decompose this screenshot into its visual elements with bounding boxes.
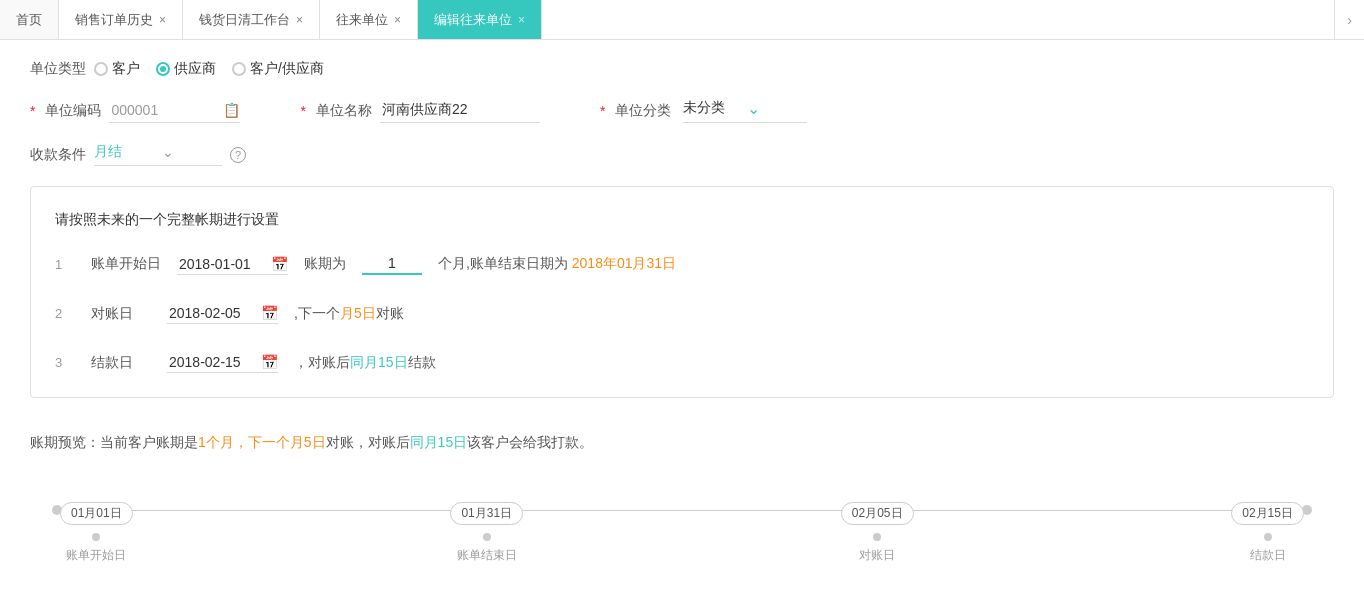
code-name-category-row: * 单位编码 📋 * 单位名称 * 单位分类 未分类 ⌄ [30, 98, 1334, 123]
chevron-down-icon: ⌄ [747, 99, 807, 118]
timeline-label-2: 账单结束日 [457, 547, 517, 564]
preview-months-next: 下一个月5日 [248, 434, 326, 450]
period-date-field-2[interactable] [167, 303, 257, 323]
close-icon[interactable]: × [394, 13, 401, 27]
period-desc-2: ,下一个月5日对账 [294, 305, 404, 323]
unit-type-group: 单位类型 客户 供应商 客户/供应商 [30, 60, 324, 78]
unit-name-label: 单位名称 [316, 102, 372, 120]
period-label-2: 对账日 [91, 305, 151, 323]
period-date-input-1: 📅 [177, 254, 288, 275]
timeline-point-4: 02月15日 结款日 [1231, 502, 1304, 564]
tab-edit-partner[interactable]: 编辑往来单位 × [418, 0, 542, 39]
period-num-3: 3 [55, 355, 75, 370]
tab-partner[interactable]: 往来单位 × [320, 0, 418, 39]
timeline-wrapper: 01月01日 账单开始日 01月31日 账单结束日 02月05日 对账日 [30, 482, 1334, 594]
radio-both[interactable]: 客户/供应商 [232, 60, 324, 78]
period-row-3: 3 结款日 📅 ，对账后同月15日结款 [55, 352, 1309, 373]
preview-text: 账期预览：当前客户账期是1个月，下一个月5日对账，对账后同月15日该客户会给我打… [30, 434, 1334, 452]
close-icon[interactable]: × [296, 13, 303, 27]
period-settings-card: 请按照未来的一个完整帐期进行设置 1 账单开始日 📅 账期为 个月,账单结束日期… [30, 186, 1334, 398]
highlight-text-2: 月5日 [340, 305, 376, 321]
tab-home[interactable]: 首页 [0, 0, 59, 39]
timeline-dot-4 [1264, 533, 1272, 541]
period-row-1: 1 账单开始日 📅 账期为 个月,账单结束日期为 2018年01月31日 [55, 253, 1309, 275]
tab-more-button[interactable]: › [1334, 0, 1364, 39]
period-label-3: 结款日 [91, 354, 151, 372]
unit-code-group: * 单位编码 📋 [30, 98, 240, 123]
period-num-2: 2 [55, 306, 75, 321]
period-desc-prefix-1: 账期为 [304, 255, 346, 273]
period-card-title: 请按照未来的一个完整帐期进行设置 [55, 211, 1309, 229]
period-months-input[interactable] [362, 253, 422, 275]
unit-name-input[interactable] [380, 98, 540, 122]
unit-type-radio-group: 客户 供应商 客户/供应商 [94, 60, 324, 78]
radio-customer[interactable]: 客户 [94, 60, 140, 78]
period-date-input-2: 📅 [167, 303, 278, 324]
tab-sales-history[interactable]: 销售订单历史 × [59, 0, 183, 39]
preview-months: 1个月， [198, 434, 248, 450]
timeline-badge-1: 01月01日 [60, 502, 133, 525]
period-label-1: 账单开始日 [91, 255, 161, 273]
unit-category-select[interactable]: 未分类 ⌄ [683, 99, 807, 123]
highlight-text-3: 同月15日 [350, 354, 408, 370]
period-date-field-3[interactable] [167, 352, 257, 372]
timeline-point-2: 01月31日 账单结束日 [450, 502, 523, 564]
unit-name-group: * 单位名称 [300, 98, 539, 123]
payment-select[interactable]: 月结 ⌄ [94, 143, 222, 166]
required-star-code: * [30, 103, 35, 119]
timeline-dot-3 [873, 533, 881, 541]
period-row-2: 2 对账日 📅 ,下一个月5日对账 [55, 303, 1309, 324]
timeline-label-1: 账单开始日 [66, 547, 126, 564]
timeline-label-3: 对账日 [859, 547, 895, 564]
period-num-1: 1 [55, 257, 75, 272]
required-star-category: * [600, 103, 605, 119]
timeline-dot-1 [92, 533, 100, 541]
unit-name-input-wrapper [380, 98, 540, 123]
preview-settle: 同月15日 [410, 434, 468, 450]
period-date-field-1[interactable] [177, 254, 267, 274]
timeline-point-3: 02月05日 对账日 [841, 502, 914, 564]
radio-circle-customer [94, 62, 108, 76]
unit-category-label: 单位分类 [615, 102, 671, 120]
payment-condition-row: 收款条件 月结 ⌄ ? [30, 143, 1334, 166]
unit-category-group: * 单位分类 未分类 ⌄ [600, 99, 807, 123]
main-content: 单位类型 客户 供应商 客户/供应商 * 单位编码 [0, 40, 1364, 608]
help-icon[interactable]: ? [230, 147, 246, 163]
timeline-point-1: 01月01日 账单开始日 [60, 502, 133, 564]
timeline-badge-2: 01月31日 [450, 502, 523, 525]
copy-icon[interactable]: 📋 [223, 102, 240, 118]
radio-circle-both [232, 62, 246, 76]
period-date-input-3: 📅 [167, 352, 278, 373]
unit-code-input[interactable] [109, 98, 219, 122]
timeline-label-4: 结款日 [1250, 547, 1286, 564]
unit-code-input-wrapper: 📋 [109, 98, 240, 123]
tab-cash-work[interactable]: 钱货日清工作台 × [183, 0, 320, 39]
unit-type-label: 单位类型 [30, 60, 86, 78]
radio-supplier[interactable]: 供应商 [156, 60, 216, 78]
tab-bar: 首页 销售订单历史 × 钱货日清工作台 × 往来单位 × 编辑往来单位 × › [0, 0, 1364, 40]
period-desc-suffix-1: 个月,账单结束日期为 2018年01月31日 [438, 255, 676, 273]
required-star-name: * [300, 103, 305, 119]
unit-type-row: 单位类型 客户 供应商 客户/供应商 [30, 60, 1334, 78]
timeline-badge-3: 02月05日 [841, 502, 914, 525]
calendar-icon-2[interactable]: 📅 [261, 305, 278, 321]
close-icon[interactable]: × [518, 13, 525, 27]
chevron-down-icon-payment: ⌄ [162, 144, 222, 160]
unit-code-label: 单位编码 [45, 102, 101, 120]
calendar-icon-1[interactable]: 📅 [271, 256, 288, 272]
close-icon[interactable]: × [159, 13, 166, 27]
calendar-icon-3[interactable]: 📅 [261, 354, 278, 370]
payment-label: 收款条件 [30, 146, 86, 164]
radio-circle-supplier [156, 62, 170, 76]
timeline-points: 01月01日 账单开始日 01月31日 账单结束日 02月05日 对账日 [60, 502, 1304, 564]
period-desc-3: ，对账后同月15日结款 [294, 354, 436, 372]
timeline-dot-2 [483, 533, 491, 541]
timeline-badge-4: 02月15日 [1231, 502, 1304, 525]
preview-section: 账期预览：当前客户账期是1个月，下一个月5日对账，对账后同月15日该客户会给我打… [30, 418, 1334, 608]
period-end-date-highlight: 2018年01月31日 [572, 255, 676, 271]
